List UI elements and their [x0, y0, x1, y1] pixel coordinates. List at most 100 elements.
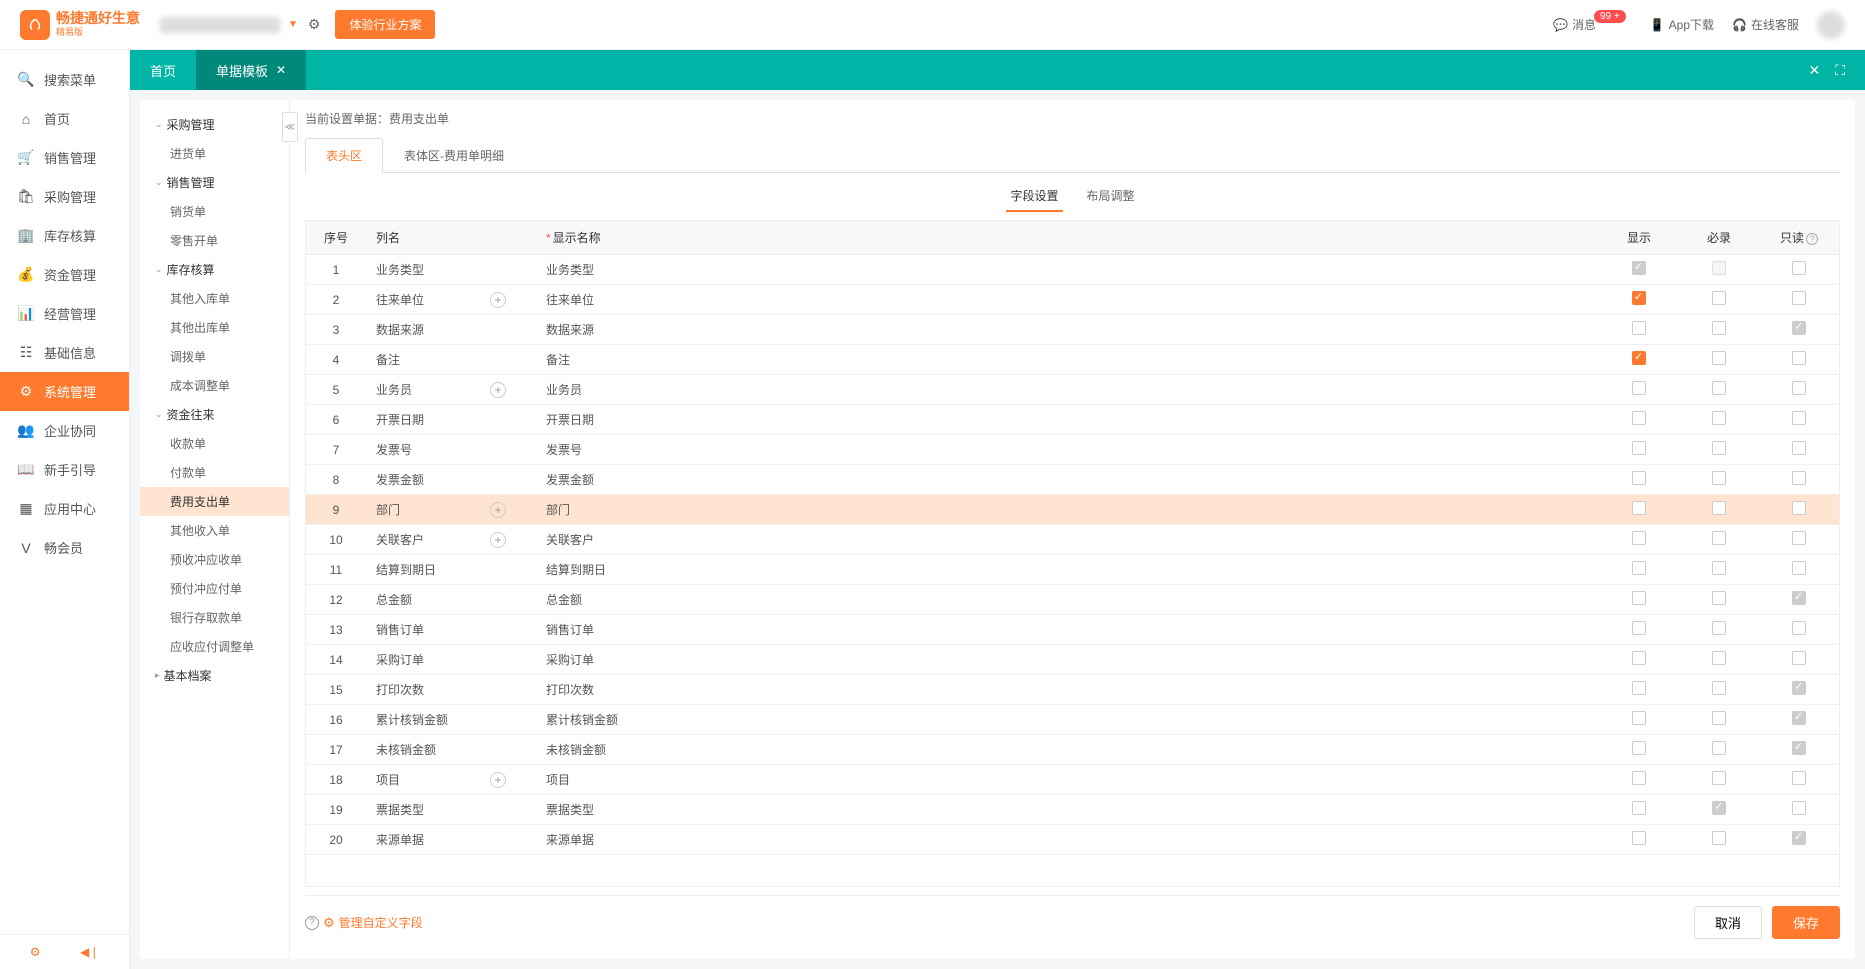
add-icon[interactable]: +: [490, 292, 506, 308]
sidenav-item-home[interactable]: ⌂首页: [0, 99, 129, 138]
tree-item[interactable]: 销货单: [140, 197, 289, 226]
sidenav-item-biz[interactable]: 📊经营管理: [0, 294, 129, 333]
sidenav-item-fund[interactable]: 💰资金管理: [0, 255, 129, 294]
checkbox[interactable]: [1792, 441, 1806, 455]
checkbox[interactable]: [1632, 771, 1646, 785]
checkbox[interactable]: [1792, 501, 1806, 515]
cell-display[interactable]: 往来单位: [536, 285, 1599, 315]
cell-display[interactable]: 采购订单: [536, 645, 1599, 675]
checkbox[interactable]: [1712, 771, 1726, 785]
subtab-layout[interactable]: 布局调整: [1083, 181, 1139, 212]
cell-display[interactable]: 关联客户: [536, 525, 1599, 555]
cancel-button[interactable]: 取消: [1694, 906, 1762, 939]
checkbox[interactable]: [1712, 441, 1726, 455]
checkbox[interactable]: [1632, 501, 1646, 515]
add-icon[interactable]: +: [490, 532, 506, 548]
tree-item[interactable]: 付款单: [140, 458, 289, 487]
settings-icon[interactable]: ⚙: [308, 16, 321, 33]
checkbox[interactable]: [1632, 561, 1646, 575]
messages-link[interactable]: 💬 消息 99 +: [1553, 16, 1632, 33]
settings-gear-icon[interactable]: ⚙: [30, 945, 41, 959]
checkbox[interactable]: [1712, 531, 1726, 545]
tree-item[interactable]: 其他出库单: [140, 313, 289, 342]
tree-item[interactable]: 预收冲应收单: [140, 545, 289, 574]
fullscreen-icon[interactable]: ⛶: [1835, 62, 1845, 79]
add-icon[interactable]: +: [490, 502, 506, 518]
sidenav-item-stock[interactable]: 🏢库存核算: [0, 216, 129, 255]
checkbox[interactable]: [1712, 381, 1726, 395]
checkbox[interactable]: [1792, 651, 1806, 665]
cell-display[interactable]: 销售订单: [536, 615, 1599, 645]
cell-display[interactable]: 项目: [536, 765, 1599, 795]
sidenav-item-app[interactable]: ▦应用中心: [0, 489, 129, 528]
tab-table-head[interactable]: 表头区: [305, 138, 383, 173]
cell-display[interactable]: 票据类型: [536, 795, 1599, 825]
sidenav-item-buy[interactable]: 🛍采购管理: [0, 177, 129, 216]
company-selector[interactable]: ▼: [160, 17, 298, 33]
sidenav-item-search[interactable]: 🔍搜索菜单: [0, 60, 129, 99]
subtab-field[interactable]: 字段设置: [1006, 181, 1062, 212]
manage-custom-link[interactable]: ? ⚙ 管理自定义字段: [305, 914, 423, 931]
checkbox[interactable]: [1712, 651, 1726, 665]
sidenav-item-guide[interactable]: 📖新手引导: [0, 450, 129, 489]
app-download-link[interactable]: 📱 App下载: [1650, 16, 1714, 33]
sidenav-item-sale[interactable]: 🛒销售管理: [0, 138, 129, 177]
checkbox[interactable]: [1712, 501, 1726, 515]
cell-display[interactable]: 发票金额: [536, 465, 1599, 495]
checkbox[interactable]: [1632, 801, 1646, 815]
checkbox[interactable]: [1792, 561, 1806, 575]
checkbox[interactable]: [1632, 711, 1646, 725]
checkbox[interactable]: [1632, 411, 1646, 425]
sidenav-item-vip[interactable]: V畅会员: [0, 528, 129, 567]
tree-group[interactable]: ▸基本档案: [140, 661, 289, 690]
checkbox[interactable]: [1712, 741, 1726, 755]
checkbox[interactable]: [1632, 621, 1646, 635]
checkbox[interactable]: [1712, 831, 1726, 845]
checkbox[interactable]: [1632, 741, 1646, 755]
cell-display[interactable]: 结算到期日: [536, 555, 1599, 585]
checkbox[interactable]: [1792, 291, 1806, 305]
checkbox[interactable]: [1712, 621, 1726, 635]
checkbox[interactable]: [1632, 471, 1646, 485]
checkbox[interactable]: [1632, 681, 1646, 695]
cell-display[interactable]: 数据来源: [536, 315, 1599, 345]
checkbox[interactable]: [1632, 651, 1646, 665]
online-service-link[interactable]: 🎧 在线客服: [1732, 16, 1799, 33]
checkbox[interactable]: [1632, 441, 1646, 455]
tree-item[interactable]: 其他收入单: [140, 516, 289, 545]
checkbox[interactable]: [1792, 531, 1806, 545]
tree-item[interactable]: 零售开单: [140, 226, 289, 255]
checkbox[interactable]: [1712, 561, 1726, 575]
field-table-wrap[interactable]: 序号 列名 *显示名称 显示 必录 只读? 1业务类型业务类型2往来单位+往来单…: [305, 220, 1840, 887]
trial-button[interactable]: 体验行业方案: [335, 10, 435, 39]
checkbox[interactable]: [1792, 621, 1806, 635]
sidenav-item-sys[interactable]: ⚙系统管理: [0, 372, 129, 411]
checkbox[interactable]: [1712, 351, 1726, 365]
close-all-icon[interactable]: ✕: [1808, 62, 1820, 79]
checkbox[interactable]: [1792, 351, 1806, 365]
checkbox[interactable]: [1712, 321, 1726, 335]
checkbox[interactable]: [1792, 471, 1806, 485]
add-icon[interactable]: +: [490, 382, 506, 398]
close-icon[interactable]: ✕: [276, 63, 286, 77]
checkbox[interactable]: [1632, 531, 1646, 545]
checkbox[interactable]: [1792, 261, 1806, 275]
sidenav-item-corp[interactable]: 👥企业协同: [0, 411, 129, 450]
tree-group[interactable]: ⌄库存核算: [140, 255, 289, 284]
checkbox[interactable]: [1712, 591, 1726, 605]
checkbox[interactable]: [1632, 381, 1646, 395]
tree-group[interactable]: ⌄采购管理: [140, 110, 289, 139]
checkbox[interactable]: [1792, 801, 1806, 815]
checkbox[interactable]: [1712, 681, 1726, 695]
tree-item[interactable]: 成本调整单: [140, 371, 289, 400]
checkbox[interactable]: [1792, 771, 1806, 785]
tree-item[interactable]: 调拨单: [140, 342, 289, 371]
help-icon[interactable]: ?: [1806, 233, 1818, 245]
checkbox[interactable]: [1712, 411, 1726, 425]
checkbox[interactable]: [1632, 351, 1646, 365]
collapse-panel-button[interactable]: ≪: [282, 112, 298, 142]
checkbox[interactable]: [1632, 291, 1646, 305]
tree-item[interactable]: 预付冲应付单: [140, 574, 289, 603]
collapse-icon[interactable]: ◀❘: [80, 945, 99, 959]
add-icon[interactable]: +: [490, 772, 506, 788]
